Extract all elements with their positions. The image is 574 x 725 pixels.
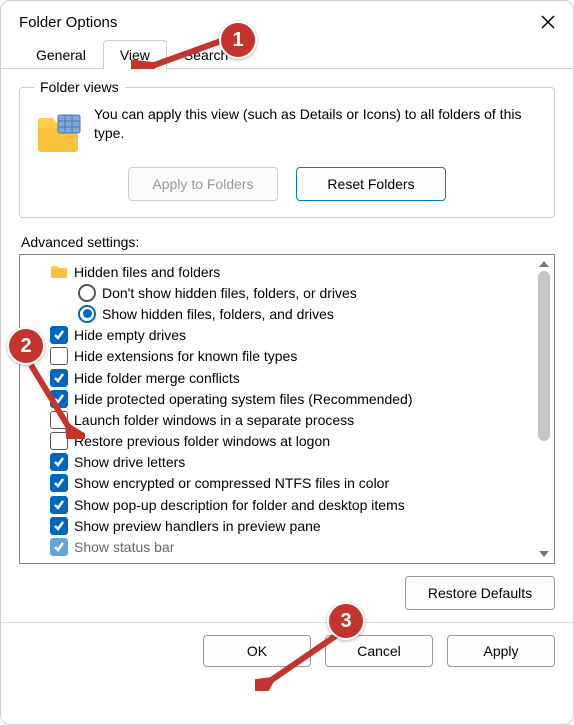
ok-button[interactable]: OK	[203, 635, 311, 667]
annotation-badge-1: 1	[219, 21, 257, 59]
scroll-track[interactable]	[538, 271, 550, 547]
item-label: Show pop-up description for folder and d…	[74, 497, 405, 513]
checkbox-icon	[50, 474, 68, 492]
radio-label: Show hidden files, folders, and drives	[102, 306, 334, 322]
radio-icon	[78, 305, 96, 323]
tab-strip: General View Search	[1, 39, 573, 69]
checkbox-icon	[50, 347, 68, 365]
list-item[interactable]: Hide empty drives	[26, 325, 534, 346]
scroll-up-icon[interactable]	[539, 261, 549, 267]
tab-view[interactable]: View	[103, 40, 167, 69]
list-item[interactable]: Restore previous folder windows at logon	[26, 431, 534, 452]
checkbox-icon	[50, 496, 68, 514]
list-item[interactable]: Hide protected operating system files (R…	[26, 388, 534, 409]
checkbox-icon	[50, 538, 68, 556]
item-label: Show status bar	[74, 539, 174, 555]
folder-views-group: Folder views You can apply this view (su…	[19, 79, 555, 218]
tab-general[interactable]: General	[19, 40, 103, 69]
checkbox-icon	[50, 453, 68, 471]
folder-views-text: You can apply this view (such as Details…	[94, 105, 540, 143]
checkbox-icon	[50, 517, 68, 535]
folder-views-legend: Folder views	[34, 79, 125, 95]
annotation-badge-2: 2	[7, 327, 45, 365]
checkbox-icon	[50, 390, 68, 408]
restore-defaults-button[interactable]: Restore Defaults	[405, 576, 555, 610]
checkbox-icon	[50, 326, 68, 344]
list-item[interactable]: Show preview handlers in preview pane	[26, 515, 534, 536]
item-label: Show preview handlers in preview pane	[74, 518, 321, 534]
close-button[interactable]	[537, 11, 559, 33]
scroll-thumb[interactable]	[538, 271, 550, 441]
scroll-down-icon[interactable]	[539, 551, 549, 557]
close-icon	[541, 15, 555, 29]
dialog-button-row: OK Cancel Apply	[1, 622, 573, 679]
list-item[interactable]: Show drive letters	[26, 452, 534, 473]
radio-icon	[78, 284, 96, 302]
item-label: Show encrypted or compressed NTFS files …	[74, 475, 389, 491]
checkbox-icon	[50, 411, 68, 429]
radio-dont-show-hidden[interactable]: Don't show hidden files, folders, or dri…	[26, 282, 534, 303]
list-item-cutoff: Show status bar	[26, 536, 534, 557]
reset-folders-button[interactable]: Reset Folders	[296, 167, 446, 201]
group-hidden-files-label: Hidden files and folders	[74, 264, 220, 280]
list-item[interactable]: Hide extensions for known file types	[26, 346, 534, 367]
advanced-settings-list[interactable]: Hidden files and folders Don't show hidd…	[19, 254, 555, 564]
tab-panel: Folder views You can apply this view (su…	[1, 69, 573, 622]
list-item[interactable]: Show pop-up description for folder and d…	[26, 494, 534, 515]
item-label: Hide empty drives	[74, 327, 186, 343]
annotation-badge-3: 3	[327, 602, 365, 640]
titlebar: Folder Options	[1, 1, 573, 39]
item-label: Restore previous folder windows at logon	[74, 433, 330, 449]
scrollbar[interactable]	[536, 257, 552, 561]
folder-small-icon	[50, 265, 68, 279]
item-label: Show drive letters	[74, 454, 185, 470]
apply-button[interactable]: Apply	[447, 635, 555, 667]
window-title: Folder Options	[19, 14, 117, 31]
cancel-button[interactable]: Cancel	[325, 635, 433, 667]
advanced-settings-label: Advanced settings:	[21, 234, 555, 250]
item-label: Hide extensions for known file types	[74, 348, 297, 364]
list-item[interactable]: Show encrypted or compressed NTFS files …	[26, 473, 534, 494]
radio-show-hidden[interactable]: Show hidden files, folders, and drives	[26, 303, 534, 324]
item-label: Hide protected operating system files (R…	[74, 391, 413, 407]
checkbox-icon	[50, 369, 68, 387]
checkbox-icon	[50, 432, 68, 450]
apply-to-folders-button: Apply to Folders	[128, 167, 278, 201]
list-item[interactable]: Launch folder windows in a separate proc…	[26, 409, 534, 430]
item-label: Launch folder windows in a separate proc…	[74, 412, 354, 428]
group-hidden-files: Hidden files and folders	[26, 261, 534, 282]
item-label: Hide folder merge conflicts	[74, 370, 240, 386]
folder-icon	[34, 109, 82, 157]
radio-label: Don't show hidden files, folders, or dri…	[102, 285, 357, 301]
list-item[interactable]: Hide folder merge conflicts	[26, 367, 534, 388]
